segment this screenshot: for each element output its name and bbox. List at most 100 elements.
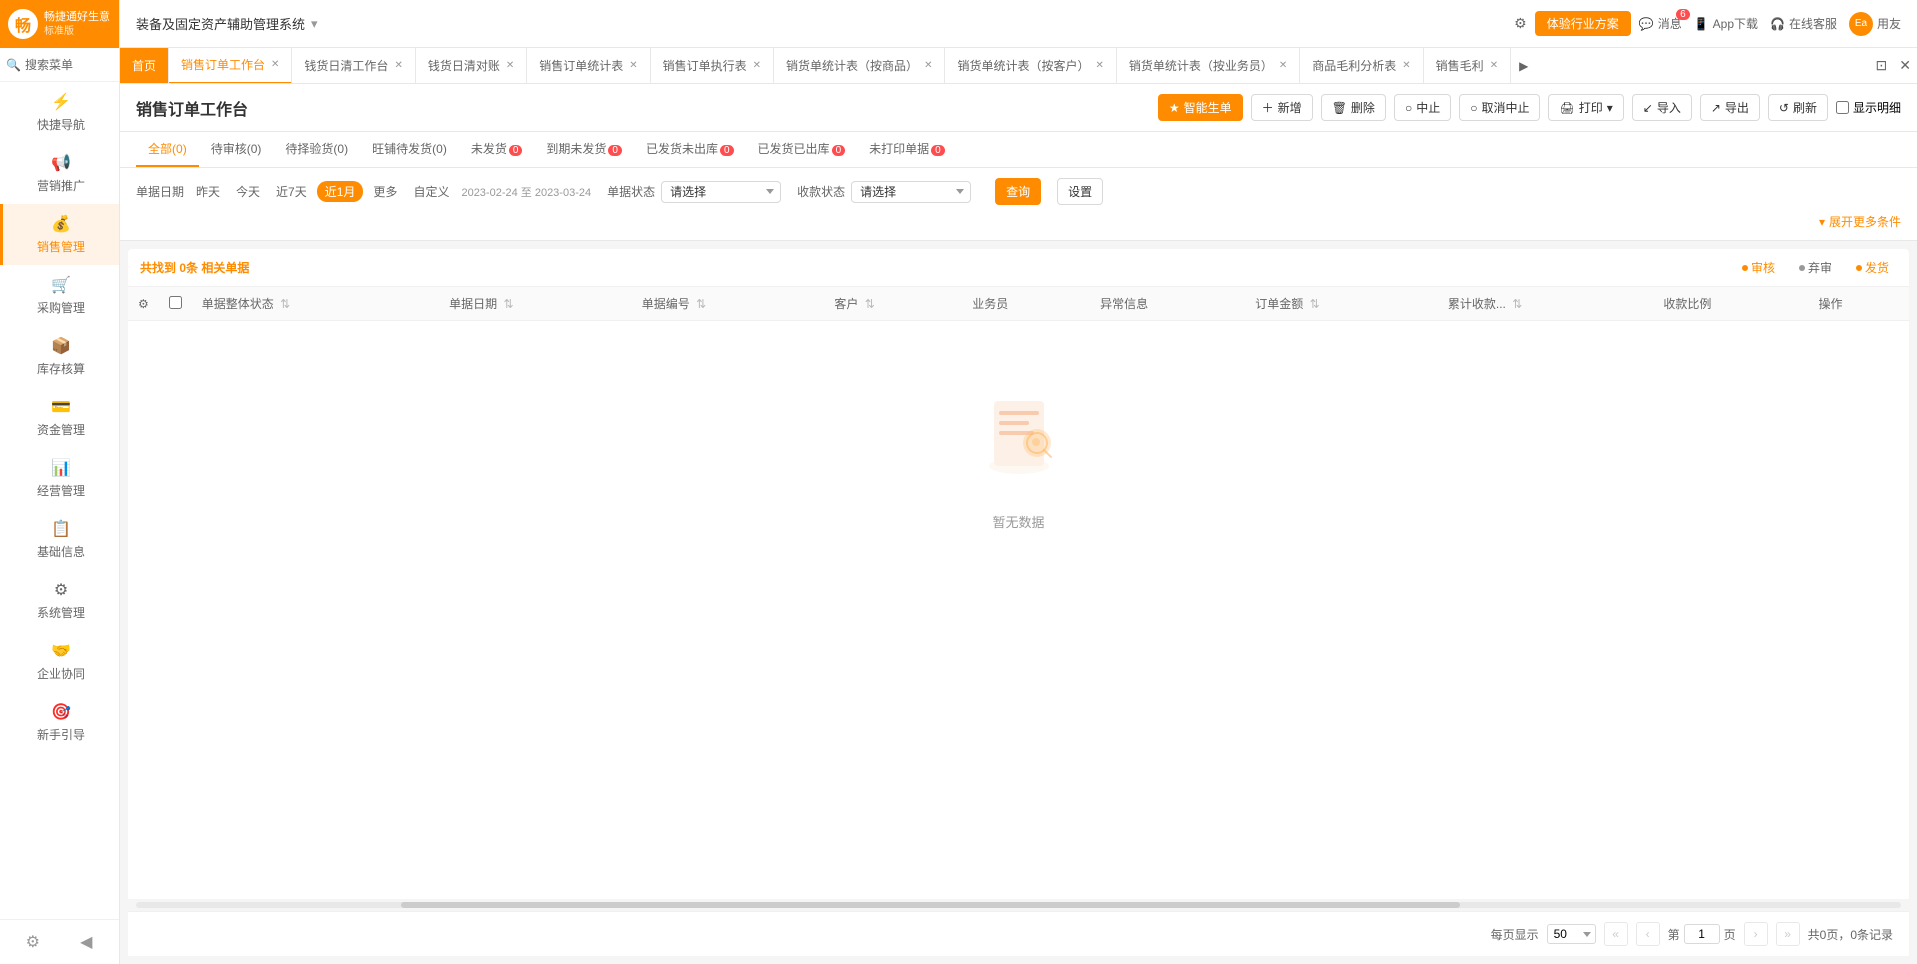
online-service-btn[interactable]: 🎧 在线客服: [1770, 15, 1837, 32]
print-button[interactable]: 🖨 打印 ▾: [1548, 94, 1623, 121]
date-opt-more[interactable]: 更多: [367, 181, 403, 202]
tab-close-sales-customer[interactable]: ✕: [1095, 60, 1103, 71]
tab-close-cash-daily[interactable]: ✕: [394, 60, 402, 71]
show-detail-checkbox[interactable]: [1836, 101, 1849, 114]
horizontal-scrollbar[interactable]: [128, 899, 1909, 911]
app-download-btn[interactable]: 📱 App下载: [1694, 15, 1758, 32]
date-opt-1month[interactable]: 近1月: [317, 181, 364, 202]
tab-gross-profit[interactable]: 商品毛利分析表 ✕: [1300, 48, 1423, 84]
th-state[interactable]: 单据整体状态 ⇅: [192, 287, 439, 321]
box-icon: 📦: [51, 336, 71, 356]
tab-close-sales-exec[interactable]: ✕: [753, 60, 761, 71]
filter-tab-not-printed[interactable]: 未打印单据0: [857, 132, 957, 167]
filter-tab-pending-ship[interactable]: 旺铺待发货(0): [360, 132, 459, 167]
audit-btn[interactable]: 审核: [1734, 257, 1783, 278]
filter-tab-pending-audit[interactable]: 待审核(0): [199, 132, 274, 167]
next-page-btn[interactable]: ›: [1744, 922, 1768, 946]
last-page-btn[interactable]: »: [1776, 922, 1800, 946]
expand-filter-btn[interactable]: ▾ 展开更多条件: [1819, 213, 1901, 230]
filter-tab-pending-inspection[interactable]: 待择验货(0): [273, 132, 360, 167]
tab-close-all[interactable]: ✕: [1893, 48, 1917, 84]
collapse-btn[interactable]: ◀: [62, 928, 112, 956]
prev-page-btn[interactable]: ‹: [1636, 922, 1660, 946]
select-all-checkbox[interactable]: [169, 296, 182, 309]
title-dropdown-icon[interactable]: ▾: [311, 16, 318, 32]
filter-tab-shipped-not-out[interactable]: 已发货未出库0: [634, 132, 746, 167]
date-opt-yesterday[interactable]: 昨天: [190, 181, 226, 202]
tabs-more-btn[interactable]: ▶: [1511, 59, 1536, 73]
export-button[interactable]: ↗ 导出: [1700, 94, 1760, 121]
th-number[interactable]: 单据编号 ⇅: [632, 287, 825, 321]
ship-btn[interactable]: 发货: [1848, 257, 1897, 278]
message-btn[interactable]: 💬 消息 6: [1639, 15, 1682, 32]
tab-sales-customer[interactable]: 销货单统计表（按客户） ✕: [945, 48, 1116, 84]
table-scroll-container[interactable]: ⚙ 单据整体状态 ⇅ 单据日期 ⇅ 单据编号 ⇅: [128, 287, 1909, 899]
tab-cash-daily[interactable]: 钱货日清工作台 ✕: [292, 48, 415, 84]
tabs-bar: 首页 销售订单工作台 ✕ 钱货日清工作台 ✕ 钱货日清对账 ✕ 销售订单统计表 …: [120, 48, 1917, 84]
settings-footer-btn[interactable]: ⚙: [8, 928, 58, 956]
refresh-button[interactable]: ↺ 刷新: [1768, 94, 1828, 121]
user-menu[interactable]: Ea 用友: [1849, 12, 1901, 36]
tab-sales-order[interactable]: 销售订单工作台 ✕: [169, 48, 292, 84]
th-collected[interactable]: 累计收款... ⇅: [1438, 287, 1653, 321]
date-opt-today[interactable]: 今天: [230, 181, 266, 202]
tab-sales-salesperson[interactable]: 销货单统计表（按业务员） ✕: [1117, 48, 1300, 84]
topbar-settings-btn[interactable]: ⚙: [1514, 15, 1527, 32]
sidebar-item-enterprise[interactable]: 🤝 企业协同: [0, 631, 119, 692]
filter-tab-overdue[interactable]: 到期未发货0: [534, 132, 634, 167]
sidebar-item-inventory[interactable]: 📦 库存核算: [0, 326, 119, 387]
th-amount[interactable]: 订单金额 ⇅: [1245, 287, 1438, 321]
tab-close-sales-salesperson[interactable]: ✕: [1279, 60, 1287, 71]
date-opt-custom[interactable]: 自定义: [407, 181, 455, 202]
th-customer[interactable]: 客户 ⇅: [824, 287, 962, 321]
tab-sales-stat[interactable]: 销售订单统计表 ✕: [527, 48, 650, 84]
th-date[interactable]: 单据日期 ⇅: [439, 287, 632, 321]
tab-close-sales-order[interactable]: ✕: [271, 59, 279, 70]
tab-cash-reconcile[interactable]: 钱货日清对账 ✕: [416, 48, 527, 84]
cancel-stop-button[interactable]: ○ 取消中止: [1459, 94, 1540, 121]
sidebar-item-system[interactable]: ⚙ 系统管理: [0, 570, 119, 631]
per-page-select[interactable]: 50 10 20 100: [1547, 924, 1596, 944]
sidebar-item-basic-info[interactable]: 📋 基础信息: [0, 509, 119, 570]
tab-close-cash-reconcile[interactable]: ✕: [506, 60, 514, 71]
filter-tab-all[interactable]: 全部(0): [136, 132, 199, 167]
tab-close-sales-stat[interactable]: ✕: [629, 60, 637, 71]
sidebar-item-purchase[interactable]: 🛒 采购管理: [0, 265, 119, 326]
delete-button[interactable]: 🗑 删除: [1321, 94, 1386, 121]
scrollbar-thumb[interactable]: [401, 902, 1460, 908]
payment-select[interactable]: 请选择: [851, 181, 971, 203]
page-input[interactable]: [1684, 924, 1720, 944]
sidebar-item-marketing[interactable]: 📢 营销推广: [0, 143, 119, 204]
tab-close-sales-margin[interactable]: ✕: [1490, 60, 1498, 71]
smart-create-button[interactable]: ★ 智能生单: [1158, 94, 1243, 121]
date-opt-7days[interactable]: 近7天: [270, 181, 313, 202]
filter-tab-shipped-out[interactable]: 已发货已出库0: [746, 132, 858, 167]
cancel-audit-btn[interactable]: 弃审: [1791, 257, 1840, 278]
tab-sales-exec[interactable]: 销售订单执行表 ✕: [651, 48, 774, 84]
th-settings[interactable]: ⚙: [128, 287, 159, 321]
gear-icon: ⚙: [54, 580, 68, 600]
sidebar-search[interactable]: 🔍 搜索菜单: [0, 48, 119, 82]
tab-close-gross-profit[interactable]: ✕: [1402, 60, 1410, 71]
tab-sales-margin[interactable]: 销售毛利 ✕: [1424, 48, 1511, 84]
tab-close-sales-product[interactable]: ✕: [924, 60, 932, 71]
settings-button[interactable]: 设置: [1057, 178, 1103, 205]
add-button[interactable]: ＋ 新增: [1251, 94, 1313, 121]
import-button[interactable]: ↙ 导入: [1632, 94, 1692, 121]
sidebar-item-quick-nav[interactable]: ⚡ 快捷导航: [0, 82, 119, 143]
tab-window-restore[interactable]: ⊡: [1870, 48, 1894, 84]
status-select[interactable]: 请选择: [661, 181, 781, 203]
tab-sales-product[interactable]: 销货单统计表（按商品） ✕: [774, 48, 945, 84]
first-page-btn[interactable]: «: [1604, 922, 1628, 946]
sidebar-item-guide[interactable]: 🎯 新手引导: [0, 692, 119, 753]
stop-button[interactable]: ○ 中止: [1394, 94, 1451, 121]
sidebar-item-sales[interactable]: 💰 销售管理: [0, 204, 119, 265]
filter-tab-unshipped[interactable]: 未发货0: [459, 132, 535, 167]
solution-button[interactable]: 体验行业方案: [1535, 11, 1631, 36]
sort-number-icon: ⇅: [696, 297, 706, 311]
query-button[interactable]: 查询: [995, 178, 1041, 205]
sidebar-item-operations[interactable]: 📊 经营管理: [0, 448, 119, 509]
tab-home[interactable]: 首页: [120, 48, 169, 84]
th-checkbox[interactable]: [159, 287, 192, 321]
sidebar-item-finance[interactable]: 💳 资金管理: [0, 387, 119, 448]
